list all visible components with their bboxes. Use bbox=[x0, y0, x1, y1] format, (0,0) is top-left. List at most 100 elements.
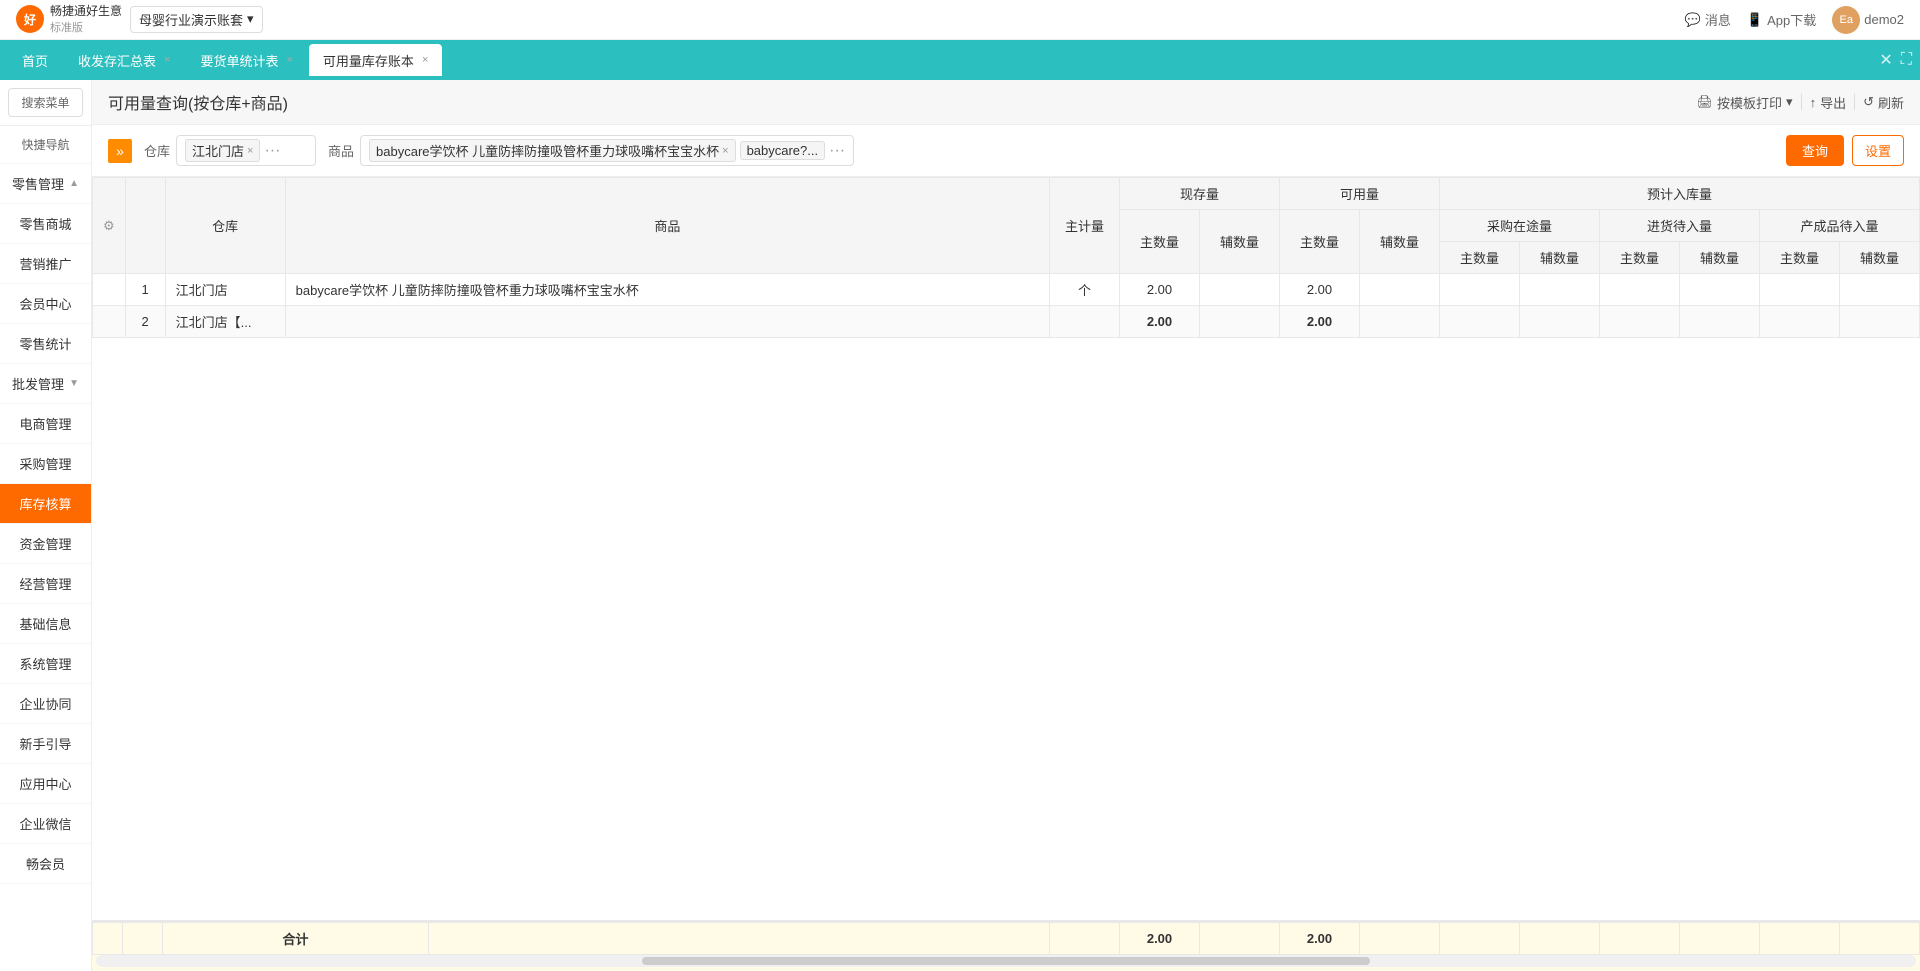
row2-production-main bbox=[1760, 306, 1840, 338]
row2-production-aux bbox=[1840, 306, 1920, 338]
settings-btn[interactable]: 设置 bbox=[1852, 135, 1904, 166]
footer-num bbox=[123, 923, 163, 955]
sidebar-item-operations[interactable]: 经营管理 bbox=[0, 564, 91, 604]
col-current-stock-header: 现存量 bbox=[1120, 178, 1280, 210]
sidebar-item-member[interactable]: 会员中心 bbox=[0, 284, 91, 324]
tab-receive-close[interactable]: × bbox=[164, 54, 170, 66]
logo-area: 好 畅捷通好生意 标准版 bbox=[16, 4, 122, 34]
sidebar-item-enterprise[interactable]: 企业协同 bbox=[0, 684, 91, 724]
row1-warehouse: 江北门店 bbox=[165, 274, 285, 306]
sidebar-search-area: 搜索菜单 bbox=[0, 80, 91, 126]
sidebar-item-finance[interactable]: 资金管理 bbox=[0, 524, 91, 564]
user-area[interactable]: Ea demo2 bbox=[1832, 6, 1904, 34]
sidebar-item-member-label: 会员中心 bbox=[19, 294, 71, 313]
industry-select[interactable]: 母婴行业演示账套 ▾ bbox=[130, 6, 263, 33]
product-filter-input[interactable]: babycare学饮杯 儿童防摔防撞吸管杯重力球吸嘴杯宝宝水杯 × babyca… bbox=[360, 135, 854, 166]
nav-tabs: 首页 收发存汇总表 × 要货单统计表 × 可用量库存账本 × ✕ ⛶ bbox=[0, 40, 1920, 80]
tab-inventory-close[interactable]: × bbox=[422, 54, 428, 66]
sidebar-quick-nav[interactable]: 快捷导航 bbox=[0, 126, 91, 164]
warehouse-filter-label: 仓库 bbox=[144, 141, 170, 160]
footer-current-aux bbox=[1200, 923, 1280, 955]
tab-order[interactable]: 要货单统计表 × bbox=[186, 44, 306, 76]
sidebar-nav: 零售管理 ▲ 零售商城 营销推广 会员中心 零售统计 批发管理 ▼ 电商管理 bbox=[0, 164, 91, 884]
sidebar-item-new-guide[interactable]: 新手引导 bbox=[0, 724, 91, 764]
message-label: 消息 bbox=[1705, 10, 1731, 29]
sidebar-item-inventory-check[interactable]: 库存核算 bbox=[0, 484, 91, 524]
print-btn[interactable]: 🖨 按模板打印 ▾ bbox=[1697, 93, 1793, 112]
nav-expand-btn[interactable]: ⛶ bbox=[1901, 51, 1912, 69]
sidebar-item-marketing[interactable]: 营销推广 bbox=[0, 244, 91, 284]
refresh-btn[interactable]: ↺ 刷新 bbox=[1863, 93, 1904, 112]
tab-receive[interactable]: 收发存汇总表 × bbox=[64, 44, 184, 76]
user-label: demo2 bbox=[1864, 12, 1904, 27]
message-icon: 💬 bbox=[1685, 12, 1701, 28]
sidebar-item-basic-info-label: 基础信息 bbox=[19, 614, 71, 633]
warehouse-more-icon[interactable]: ··· bbox=[264, 142, 280, 160]
tab-inventory[interactable]: 可用量库存账本 × bbox=[309, 44, 442, 76]
export-btn[interactable]: ↑ 导出 bbox=[1810, 93, 1847, 112]
logo-icon: 好 bbox=[16, 5, 44, 33]
warehouse-filter-input[interactable]: 江北门店 × ··· bbox=[176, 135, 316, 166]
footer-product bbox=[429, 923, 1050, 955]
product-filter-tag2: babycare?... bbox=[740, 141, 826, 160]
scrollbar-area[interactable] bbox=[96, 955, 1916, 967]
app-download-btn[interactable]: 📱 App下载 bbox=[1747, 10, 1816, 29]
sidebar-item-ecommerce[interactable]: 电商管理 bbox=[0, 404, 91, 444]
row2-available-main: 2.00 bbox=[1280, 306, 1360, 338]
page-title: 可用量查询(按仓库+商品) bbox=[108, 90, 288, 114]
tab-order-close[interactable]: × bbox=[286, 54, 292, 66]
product-tag1-close[interactable]: × bbox=[722, 145, 728, 157]
footer-unit bbox=[1050, 923, 1120, 955]
sidebar-item-wechat[interactable]: 企业微信 bbox=[0, 804, 91, 844]
sidebar-item-retail-mall-label: 零售商城 bbox=[19, 214, 71, 233]
sidebar-item-vip-label: 畅会员 bbox=[26, 854, 65, 873]
refresh-label: 刷新 bbox=[1878, 93, 1904, 112]
sidebar-item-retail-mgmt[interactable]: 零售管理 ▲ bbox=[0, 164, 91, 204]
col-available-header: 可用量 bbox=[1280, 178, 1440, 210]
row2-available-aux bbox=[1360, 306, 1440, 338]
divider2 bbox=[1854, 94, 1855, 110]
page-header: 可用量查询(按仓库+商品) 🖨 按模板打印 ▾ ↑ 导出 ↺ 刷新 bbox=[92, 80, 1920, 125]
refresh-icon: ↺ bbox=[1863, 94, 1874, 110]
sidebar-item-vip[interactable]: 畅会员 bbox=[0, 844, 91, 884]
nav-close-btn[interactable]: ✕ bbox=[1879, 50, 1892, 70]
tab-home[interactable]: 首页 bbox=[8, 44, 62, 76]
warehouse-filter-tag: 江北门店 × bbox=[185, 139, 260, 162]
scrollbar-thumb[interactable] bbox=[642, 957, 1370, 965]
query-btn[interactable]: 查询 bbox=[1786, 135, 1844, 166]
col-warehouse-header: 仓库 bbox=[165, 178, 285, 274]
footer-incoming-main bbox=[1600, 923, 1680, 955]
filter-actions: 查询 设置 bbox=[1786, 135, 1904, 166]
message-btn[interactable]: 💬 消息 bbox=[1685, 10, 1731, 29]
sidebar-item-purchase[interactable]: 采购管理 bbox=[0, 444, 91, 484]
row2-current-main: 2.00 bbox=[1120, 306, 1200, 338]
sidebar-item-finance-label: 资金管理 bbox=[19, 534, 71, 553]
sidebar-item-marketing-label: 营销推广 bbox=[19, 254, 71, 273]
top-bar: 好 畅捷通好生意 标准版 母婴行业演示账套 ▾ 💬 消息 📱 App下载 Ea … bbox=[0, 0, 1920, 40]
table-footer: 合计 2.00 2.00 bbox=[92, 920, 1920, 971]
row1-incoming-aux bbox=[1680, 274, 1760, 306]
warehouse-tag-close[interactable]: × bbox=[247, 145, 253, 157]
filter-area: » 仓库 江北门店 × ··· 商品 babycare学饮杯 儿童防摔防撞吸管杯… bbox=[92, 125, 1920, 177]
tab-inventory-label: 可用量库存账本 bbox=[323, 51, 414, 70]
col-product-header: 商品 bbox=[285, 178, 1049, 274]
sidebar-item-retail-mall[interactable]: 零售商城 bbox=[0, 204, 91, 244]
sidebar-item-basic-info[interactable]: 基础信息 bbox=[0, 604, 91, 644]
sidebar-item-retail-stats[interactable]: 零售统计 bbox=[0, 324, 91, 364]
col-incoming-aux-header: 辅数量 bbox=[1680, 242, 1760, 274]
sidebar-item-app-center[interactable]: 应用中心 bbox=[0, 764, 91, 804]
search-menu-btn[interactable]: 搜索菜单 bbox=[8, 88, 83, 117]
sidebar-item-wholesale-mgmt[interactable]: 批发管理 ▼ bbox=[0, 364, 91, 404]
industry-select-label: 母婴行业演示账套 bbox=[139, 10, 243, 29]
sidebar-item-system[interactable]: 系统管理 bbox=[0, 644, 91, 684]
col-production-aux-header: 辅数量 bbox=[1840, 242, 1920, 274]
tab-home-label: 首页 bbox=[22, 51, 48, 70]
filter-toggle-btn[interactable]: » bbox=[108, 139, 132, 163]
col-unit-header: 主计量 bbox=[1050, 178, 1120, 274]
product-more-icon[interactable]: ··· bbox=[829, 142, 845, 160]
row2-unit bbox=[1050, 306, 1120, 338]
tab-receive-label: 收发存汇总表 bbox=[78, 51, 156, 70]
row2-warehouse: 江北门店【... bbox=[165, 306, 285, 338]
col-incoming-main-header: 主数量 bbox=[1600, 242, 1680, 274]
gear-icon[interactable]: ⚙ bbox=[103, 218, 115, 233]
